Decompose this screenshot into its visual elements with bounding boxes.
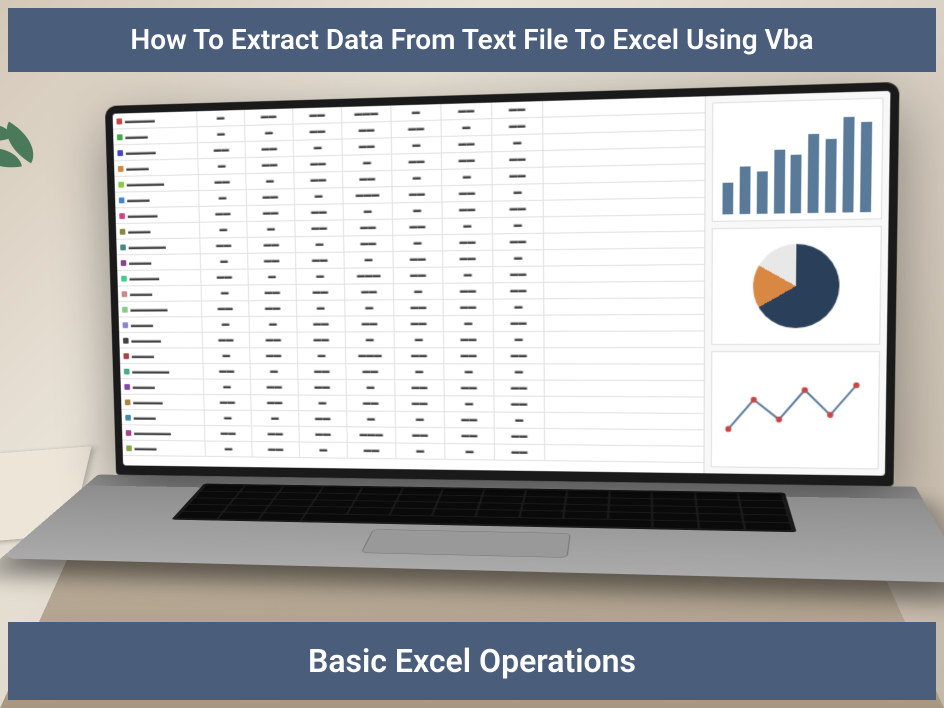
- bar-chart-icon: [712, 98, 884, 222]
- laptop-screen: ▬▬▬▬▬▬▬▬▬▬▬▬▬▬▬▬▬ ▬▬▬▬▬▬▬▬▬▬▬▬▬▬ ▬▬▬▬▬▬▬…: [113, 91, 891, 476]
- photo-scene: ▬▬▬▬▬▬▬▬▬▬▬▬▬▬▬▬▬ ▬▬▬▬▬▬▬▬▬▬▬▬▬▬ ▬▬▬▬▬▬▬…: [0, 0, 944, 708]
- line-chart-icon: [711, 351, 880, 469]
- subtitle-text: Basic Excel Operations: [308, 642, 636, 680]
- keyboard-keys: [171, 484, 796, 533]
- laptop-screen-bezel: ▬▬▬▬▬▬▬▬▬▬▬▬▬▬▬▬▬ ▬▬▬▬▬▬▬▬▬▬▬▬▬▬ ▬▬▬▬▬▬▬…: [105, 82, 900, 486]
- title-text: How To Extract Data From Text File To Ex…: [130, 23, 813, 56]
- charts-panel: [703, 91, 890, 476]
- trackpad: [361, 529, 571, 558]
- plant-decoration: [0, 120, 50, 180]
- title-banner: How To Extract Data From Text File To Ex…: [8, 8, 936, 72]
- pie-chart-icon: [711, 225, 882, 345]
- laptop-keyboard-deck: [1, 475, 944, 583]
- subtitle-banner: Basic Excel Operations: [8, 622, 936, 700]
- spreadsheet-area: ▬▬▬▬▬▬▬▬▬▬▬▬▬▬▬▬▬ ▬▬▬▬▬▬▬▬▬▬▬▬▬▬ ▬▬▬▬▬▬▬…: [113, 96, 705, 473]
- laptop: ▬▬▬▬▬▬▬▬▬▬▬▬▬▬▬▬▬ ▬▬▬▬▬▬▬▬▬▬▬▬▬▬ ▬▬▬▬▬▬▬…: [113, 90, 895, 698]
